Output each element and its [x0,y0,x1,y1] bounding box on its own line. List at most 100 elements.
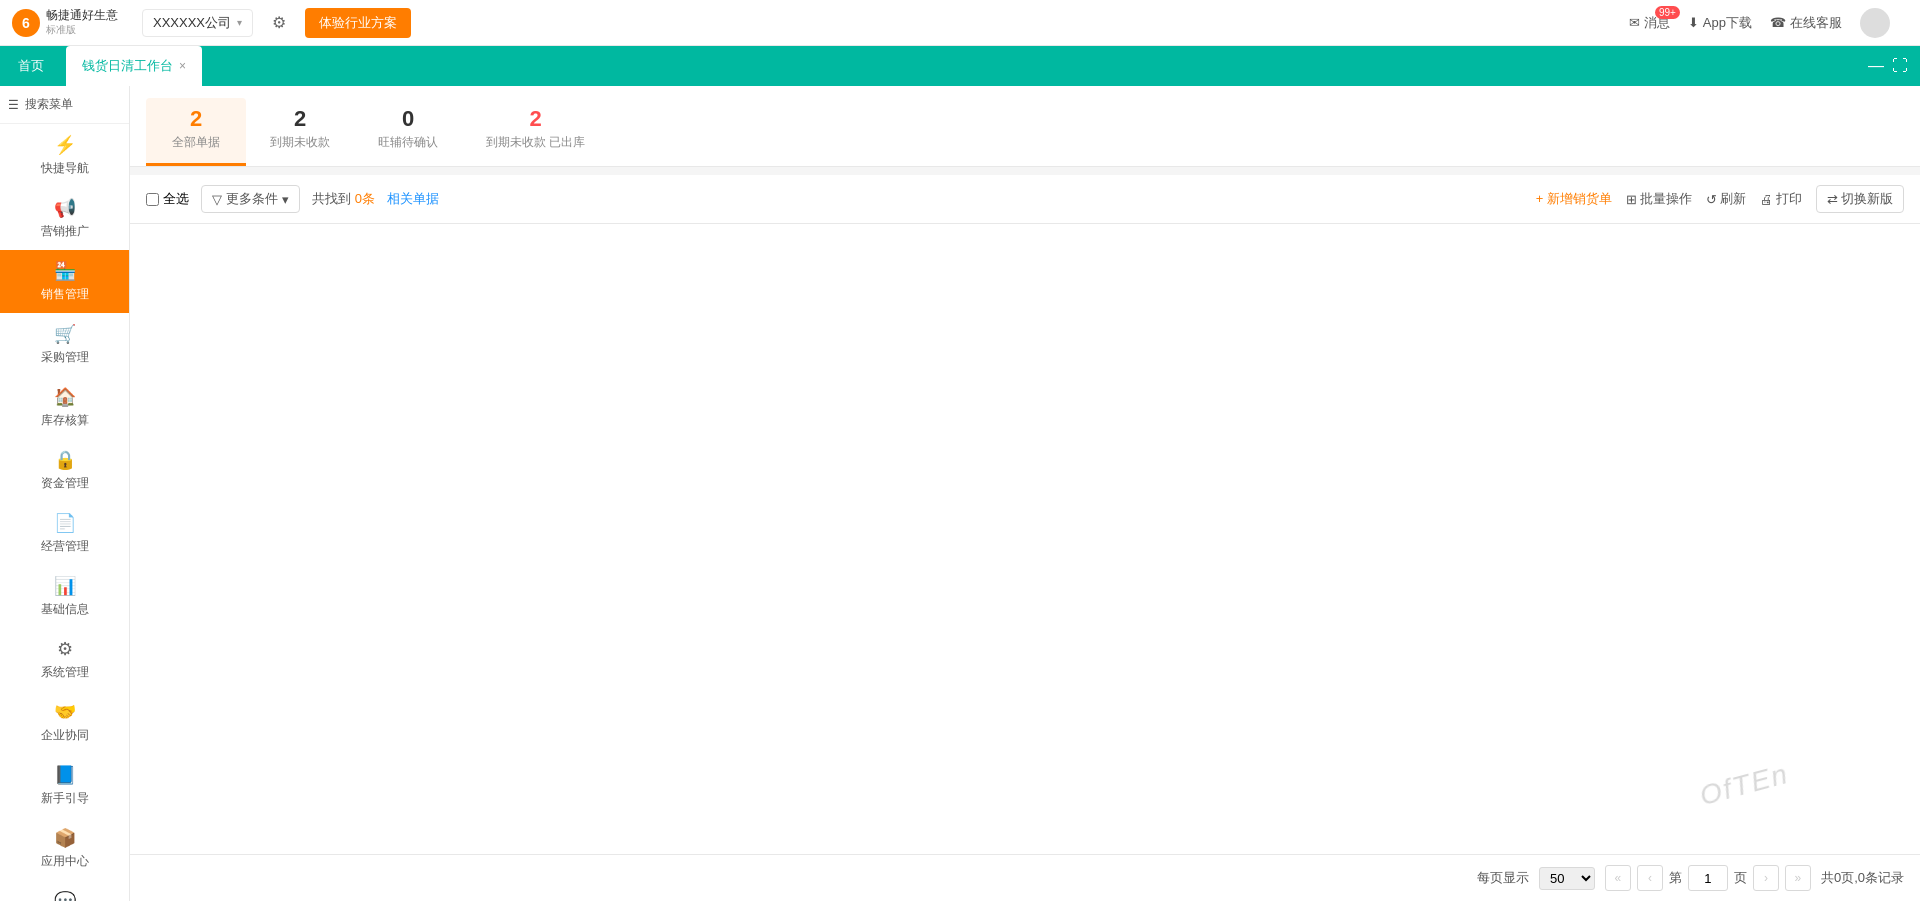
tab-active[interactable]: 钱货日清工作台 × [66,46,202,86]
stat-number-all: 2 [190,106,202,132]
tab-bar-right: — ⛶ [1868,57,1920,75]
stat-tab-out[interactable]: 2 到期未收款 已出库 [462,98,609,166]
filter-icon: ▽ [212,192,222,207]
batch-label: 批量操作 [1640,190,1692,208]
sidebar-item-wechat[interactable]: 💬 企业微信 [0,880,129,901]
sidebar-item-inventory[interactable]: 🏠 库存核算 [0,376,129,439]
stat-number-pending: 0 [402,106,414,132]
search-menu-item[interactable]: ☰ 搜索菜单 [0,86,129,124]
switch-icon: ⇄ [1827,192,1838,207]
stat-number-overdue: 2 [294,106,306,132]
sales-icon: 🏪 [54,260,76,282]
found-text: 共找到 0条 [312,190,375,208]
related-link[interactable]: 相关单据 [387,190,439,208]
stat-tab-all[interactable]: 2 全部单据 [146,98,246,166]
service-icon: ☎ [1770,15,1786,30]
toolbar: 全选 ▽ 更多条件 ▾ 共找到 0条 相关单据 + 新增销货单 ⊞ 批量操作 ↺ [130,175,1920,224]
main-layout: ☰ 搜索菜单 ⚡ 快捷导航 📢 营销推广 🏪 销售管理 🛒 采购管理 🏠 库存核… [0,86,1920,901]
settings-button[interactable]: ⚙ [263,7,295,39]
page-size-select[interactable]: 50 100 200 [1539,867,1595,890]
sidebar-label-quick-nav: 快捷导航 [41,160,89,177]
last-page-button[interactable]: » [1785,865,1811,891]
online-service-button[interactable]: ☎ 在线客服 [1770,14,1842,32]
sidebar-item-app-center[interactable]: 📦 应用中心 [0,817,129,880]
batch-operation-button[interactable]: ⊞ 批量操作 [1626,190,1692,208]
app-download-label: App下载 [1703,14,1752,32]
prev-page-button[interactable]: ‹ [1637,865,1663,891]
page-size-label: 每页显示 [1477,869,1529,887]
stat-tab-pending[interactable]: 0 旺辅待确认 [354,98,462,166]
trial-button[interactable]: 体验行业方案 [305,8,411,38]
sidebar-label-purchase: 采购管理 [41,349,89,366]
sidebar-item-finance[interactable]: 🔒 资金管理 [0,439,129,502]
guide-icon: 📘 [54,764,76,786]
found-prefix: 共找到 [312,191,351,206]
page-prefix: 第 [1669,869,1682,887]
sidebar-label-system: 系统管理 [41,664,89,681]
page-nav: « ‹ 第 页 › » [1605,865,1811,891]
filter-button[interactable]: ▽ 更多条件 ▾ [201,185,300,213]
avatar[interactable] [1860,8,1890,38]
next-page-button[interactable]: › [1753,865,1779,891]
print-icon: 🖨 [1760,192,1773,207]
sidebar-item-sales[interactable]: 🏪 销售管理 [0,250,129,313]
stat-label-overdue: 到期未收款 [270,134,330,151]
page-input[interactable] [1688,865,1728,891]
total-info: 共0页,0条记录 [1821,869,1904,887]
print-button[interactable]: 🖨 打印 [1760,190,1802,208]
sidebar-label-basic-info: 基础信息 [41,601,89,618]
stats-tabs: 2 全部单据 2 到期未收款 0 旺辅待确认 2 到期未收款 已出库 [130,86,1920,167]
page-suffix: 页 [1734,869,1747,887]
sidebar-label-marketing: 营销推广 [41,223,89,240]
app-center-icon: 📦 [54,827,76,849]
active-tab-label: 钱货日清工作台 [82,57,173,75]
tab-close-button[interactable]: × [179,59,186,73]
print-label: 打印 [1776,190,1802,208]
quick-nav-icon: ⚡ [54,134,76,156]
search-icon: ☰ [8,98,19,112]
stat-number-out: 2 [530,106,542,132]
switch-version-button[interactable]: ⇄ 切换新版 [1816,185,1904,213]
app-download-button[interactable]: ⬇ App下载 [1688,14,1752,32]
refresh-icon: ↺ [1706,192,1717,207]
sidebar-item-quick-nav[interactable]: ⚡ 快捷导航 [0,124,129,187]
wechat-icon: 💬 [54,890,76,901]
marketing-icon: 📢 [54,197,76,219]
main-content: 2 全部单据 2 到期未收款 0 旺辅待确认 2 到期未收款 已出库 全选 [130,86,1920,901]
sidebar-item-basic-info[interactable]: 📊 基础信息 [0,565,129,628]
message-badge: 99+ [1655,6,1680,19]
logo-area: 6 畅捷通好生意 标准版 [12,8,142,38]
select-all-input[interactable] [146,193,159,206]
select-all-checkbox[interactable]: 全选 [146,190,189,208]
logo-badge: 标准版 [46,23,118,37]
message-button[interactable]: ✉ 消息 99+ [1629,14,1670,32]
top-header: 6 畅捷通好生意 标准版 XXXXXX公司 ▾ ⚙ 体验行业方案 ✉ 消息 99… [0,0,1920,46]
refresh-button[interactable]: ↺ 刷新 [1706,190,1746,208]
company-selector[interactable]: XXXXXX公司 ▾ [142,9,253,37]
maximize-icon[interactable]: ⛶ [1892,57,1908,75]
sidebar-label-inventory: 库存核算 [41,412,89,429]
minimize-icon[interactable]: — [1868,57,1884,75]
sidebar-item-system[interactable]: ⚙ 系统管理 [0,628,129,691]
table-area [130,224,1920,854]
sidebar-label-sales: 销售管理 [41,286,89,303]
download-icon: ⬇ [1688,15,1699,30]
logo-icon: 6 [12,9,40,37]
batch-icon: ⊞ [1626,192,1637,207]
sidebar-label-cooperation: 企业协同 [41,727,89,744]
purchase-icon: 🛒 [54,323,76,345]
add-sales-order-button[interactable]: + 新增销货单 [1536,190,1612,208]
refresh-label: 刷新 [1720,190,1746,208]
first-page-button[interactable]: « [1605,865,1631,891]
sidebar-label-guide: 新手引导 [41,790,89,807]
sidebar-item-marketing[interactable]: 📢 营销推广 [0,187,129,250]
sidebar-item-operations[interactable]: 📄 经营管理 [0,502,129,565]
cooperation-icon: 🤝 [54,701,76,723]
stat-tab-overdue[interactable]: 2 到期未收款 [246,98,354,166]
chevron-down-icon: ▾ [237,17,242,28]
sidebar-item-purchase[interactable]: 🛒 采购管理 [0,313,129,376]
logo-text: 畅捷通好生意 [46,8,118,24]
tab-home[interactable]: 首页 [0,46,62,86]
sidebar-item-cooperation[interactable]: 🤝 企业协同 [0,691,129,754]
sidebar-item-guide[interactable]: 📘 新手引导 [0,754,129,817]
